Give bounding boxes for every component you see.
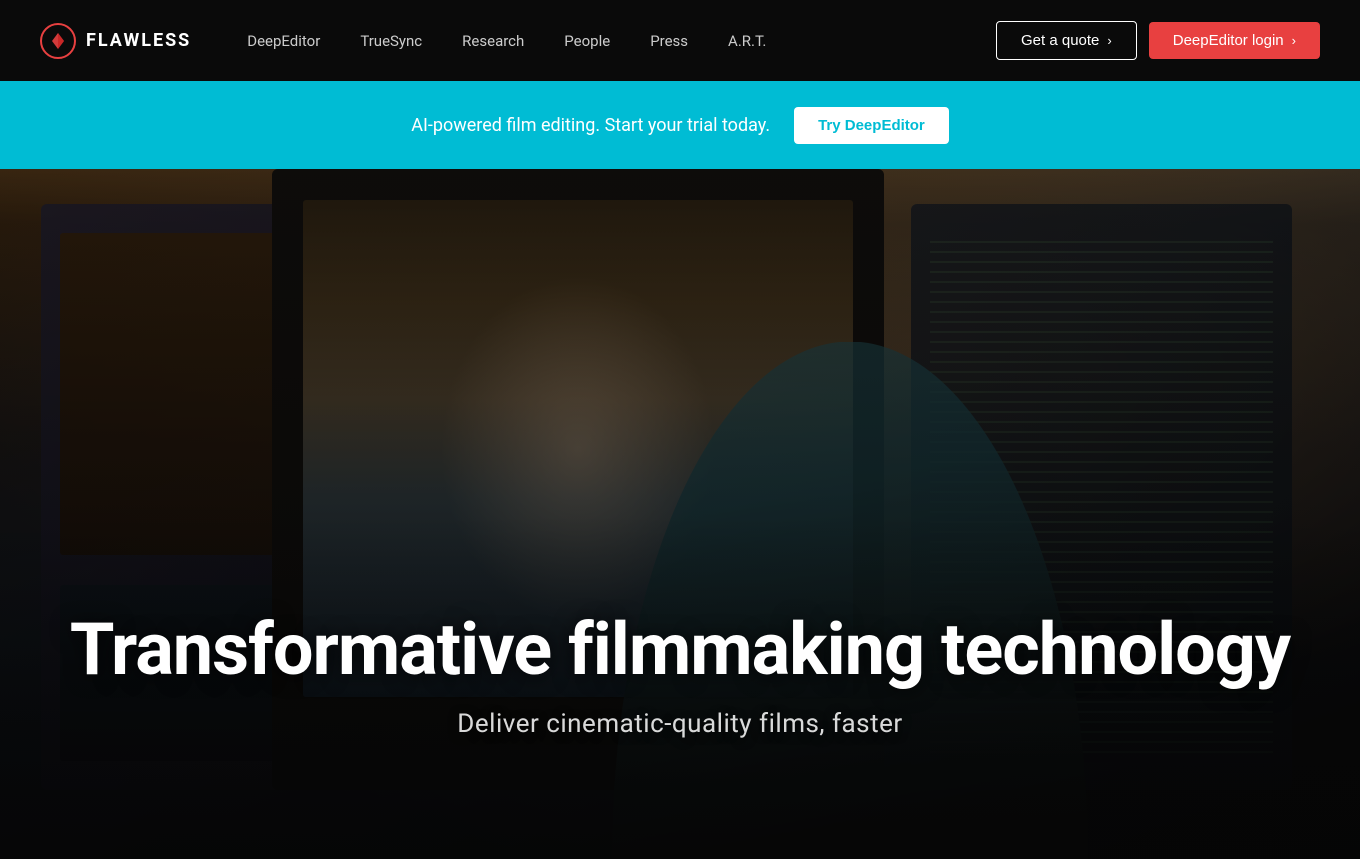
navbar-right: Get a quote › DeepEditor login › — [996, 21, 1320, 60]
navbar-left: FLAWLESS DeepEditor TrueSync Research Pe… — [40, 23, 782, 59]
get-quote-label: Get a quote — [1021, 32, 1099, 49]
nav-link-truesync[interactable]: TrueSync — [344, 24, 438, 58]
hero-subtitle: Deliver cinematic-quality films, faster — [0, 709, 1360, 739]
announcement-bar: AI-powered film editing. Start your tria… — [0, 81, 1360, 169]
deepeditor-login-button[interactable]: DeepEditor login › — [1149, 22, 1320, 59]
hero-content: Transformative filmmaking technology Del… — [0, 610, 1360, 739]
login-chevron-icon: › — [1292, 33, 1296, 48]
nav-link-research[interactable]: Research — [446, 24, 540, 58]
hero-background — [0, 169, 1360, 859]
nav-link-art[interactable]: A.R.T. — [712, 24, 782, 58]
nav-link-press[interactable]: Press — [634, 24, 704, 58]
get-quote-chevron-icon: › — [1107, 33, 1111, 48]
nav-link-deepeditor[interactable]: DeepEditor — [231, 24, 336, 58]
try-deepeditor-button[interactable]: Try DeepEditor — [794, 107, 949, 144]
logo[interactable]: FLAWLESS — [40, 23, 191, 59]
hero-bg-canvas — [0, 169, 1360, 859]
get-quote-button[interactable]: Get a quote › — [996, 21, 1137, 60]
hero-title: Transformative filmmaking technology — [0, 610, 1360, 689]
brand-name: FLAWLESS — [86, 30, 191, 51]
nav-link-people[interactable]: People — [548, 24, 626, 58]
hero-section: Transformative filmmaking technology Del… — [0, 169, 1360, 859]
person-silhouette — [612, 342, 1088, 859]
login-label: DeepEditor login — [1173, 32, 1284, 49]
nav-links: DeepEditor TrueSync Research People Pres… — [231, 24, 782, 58]
shelf-glow — [0, 169, 1360, 445]
navbar: FLAWLESS DeepEditor TrueSync Research Pe… — [0, 0, 1360, 81]
flawless-logo-icon — [40, 23, 76, 59]
announcement-text: AI-powered film editing. Start your tria… — [411, 115, 770, 136]
